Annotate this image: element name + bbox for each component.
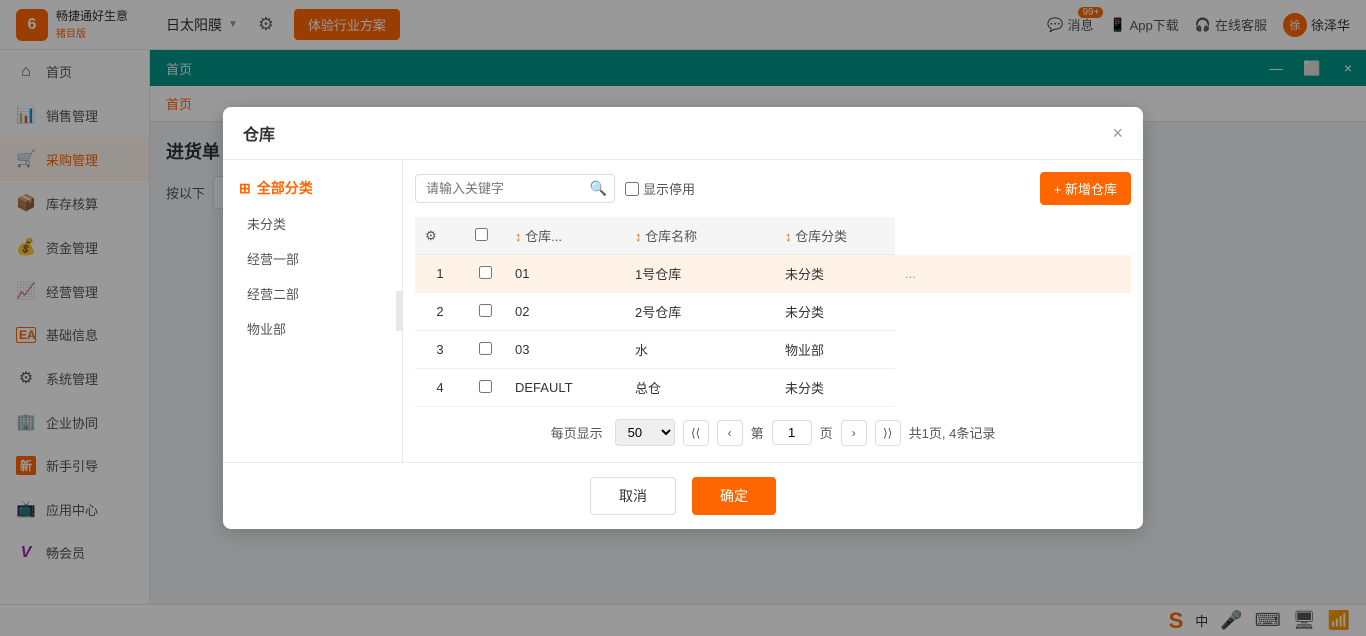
gear-icon: ⚙ <box>425 228 437 243</box>
show-disabled-text: 显示停用 <box>643 179 695 198</box>
show-disabled-checkbox[interactable] <box>625 182 639 196</box>
col-header-check <box>465 217 505 255</box>
table-row[interactable]: 4 DEFAULT 总仓 未分类 <box>415 369 1131 407</box>
cell-name: 总仓 <box>625 369 775 407</box>
cell-check <box>465 369 505 407</box>
dialog-header: 仓库 × <box>223 107 1143 160</box>
warehouse-table: ⚙ ↕ 仓库... ↕ <box>415 217 1131 407</box>
dialog-close-button[interactable]: × <box>1112 123 1123 144</box>
row-checkbox[interactable] <box>479 266 492 279</box>
page-size-label: 每页显示 <box>551 423 603 442</box>
category-collapse-button[interactable]: 《 <box>396 291 403 331</box>
dialog-footer: 取消 确定 <box>223 462 1143 529</box>
table-header-row: ⚙ ↕ 仓库... ↕ <box>415 217 1131 255</box>
table-head: ⚙ ↕ 仓库... ↕ <box>415 217 1131 255</box>
confirm-button[interactable]: 确定 <box>692 477 776 515</box>
cell-index: 4 <box>415 369 465 407</box>
col-header-name[interactable]: ↕ 仓库名称 <box>625 217 775 255</box>
pagination-row: 每页显示 50 10 20 100 ⟨⟨ ‹ 第 页 › ⟩⟩ 共1页, 4条记… <box>415 407 1131 450</box>
cancel-button[interactable]: 取消 <box>590 477 676 515</box>
page-label: 第 <box>751 423 764 442</box>
table-scroll: ⚙ ↕ 仓库... ↕ <box>415 217 1131 407</box>
warehouse-dialog: 仓库 × ⊞ 全部分类 未分类 经营一部 经营二部 物业部 《 <box>223 107 1143 529</box>
table-toolbar: 🔍 显示停用 + 新增仓库 <box>415 172 1131 205</box>
dialog-overlay: 仓库 × ⊞ 全部分类 未分类 经营一部 经营二部 物业部 《 <box>0 0 1366 636</box>
cell-actions[interactable]: ... <box>895 255 1131 293</box>
category-item-1[interactable]: 经营一部 <box>223 241 402 276</box>
dialog-title: 仓库 <box>243 121 275 145</box>
show-disabled-label[interactable]: 显示停用 <box>625 179 695 198</box>
cell-code: DEFAULT <box>505 369 625 407</box>
add-warehouse-button[interactable]: + 新增仓库 <box>1040 172 1131 205</box>
row-checkbox[interactable] <box>479 304 492 317</box>
sort-icon: ↕ <box>515 229 522 244</box>
row-checkbox[interactable] <box>479 342 492 355</box>
cell-category: 未分类 <box>775 293 895 331</box>
grid-icon: ⊞ <box>239 180 251 197</box>
table-row[interactable]: 3 03 水 物业部 <box>415 331 1131 369</box>
sort-name-icon: ↕ <box>635 229 642 244</box>
cell-index: 2 <box>415 293 465 331</box>
category-item-3[interactable]: 物业部 <box>223 311 402 346</box>
cell-index: 3 <box>415 331 465 369</box>
cell-category: 未分类 <box>775 255 895 293</box>
row-checkbox[interactable] <box>479 380 492 393</box>
cell-check <box>465 331 505 369</box>
col-header-settings: ⚙ <box>415 217 465 255</box>
cell-code: 03 <box>505 331 625 369</box>
cell-check <box>465 255 505 293</box>
page-size-select[interactable]: 50 10 20 100 <box>615 419 675 446</box>
category-item-0[interactable]: 未分类 <box>223 206 402 241</box>
category-item-2[interactable]: 经营二部 <box>223 276 402 311</box>
table-area: 🔍 显示停用 + 新增仓库 ⚙ <box>403 160 1143 462</box>
cell-name: 2号仓库 <box>625 293 775 331</box>
page-total: 共1页, 4条记录 <box>909 423 996 442</box>
page-first-button[interactable]: ⟨⟨ <box>683 420 709 446</box>
page-next-button[interactable]: › <box>841 420 867 446</box>
cell-category: 未分类 <box>775 369 895 407</box>
page-prev-button[interactable]: ‹ <box>717 420 743 446</box>
col-header-code[interactable]: ↕ 仓库... <box>505 217 625 255</box>
category-all[interactable]: ⊞ 全部分类 <box>223 170 402 206</box>
cell-check <box>465 293 505 331</box>
cell-name: 水 <box>625 331 775 369</box>
page-input[interactable] <box>772 420 812 445</box>
table-row[interactable]: 1 01 1号仓库 未分类 ... <box>415 255 1131 293</box>
sort-cat-icon: ↕ <box>785 229 792 244</box>
category-sidebar: ⊞ 全部分类 未分类 经营一部 经营二部 物业部 《 <box>223 160 403 462</box>
page-last-button[interactable]: ⟩⟩ <box>875 420 901 446</box>
search-icon[interactable]: 🔍 <box>590 180 607 197</box>
table-row[interactable]: 2 02 2号仓库 未分类 <box>415 293 1131 331</box>
cell-index: 1 <box>415 255 465 293</box>
table-body: 1 01 1号仓库 未分类 ... 2 02 2号仓库 未分类 3 03 水 物… <box>415 255 1131 407</box>
search-input[interactable] <box>415 174 615 203</box>
cell-name: 1号仓库 <box>625 255 775 293</box>
cell-code: 01 <box>505 255 625 293</box>
dialog-body: ⊞ 全部分类 未分类 经营一部 经营二部 物业部 《 🔍 <box>223 160 1143 462</box>
category-all-label: 全部分类 <box>257 178 313 198</box>
page-unit: 页 <box>820 423 833 442</box>
col-header-category[interactable]: ↕ 仓库分类 <box>775 217 895 255</box>
search-wrap: 🔍 <box>415 174 615 203</box>
select-all-checkbox[interactable] <box>475 228 488 241</box>
cell-category: 物业部 <box>775 331 895 369</box>
cell-code: 02 <box>505 293 625 331</box>
